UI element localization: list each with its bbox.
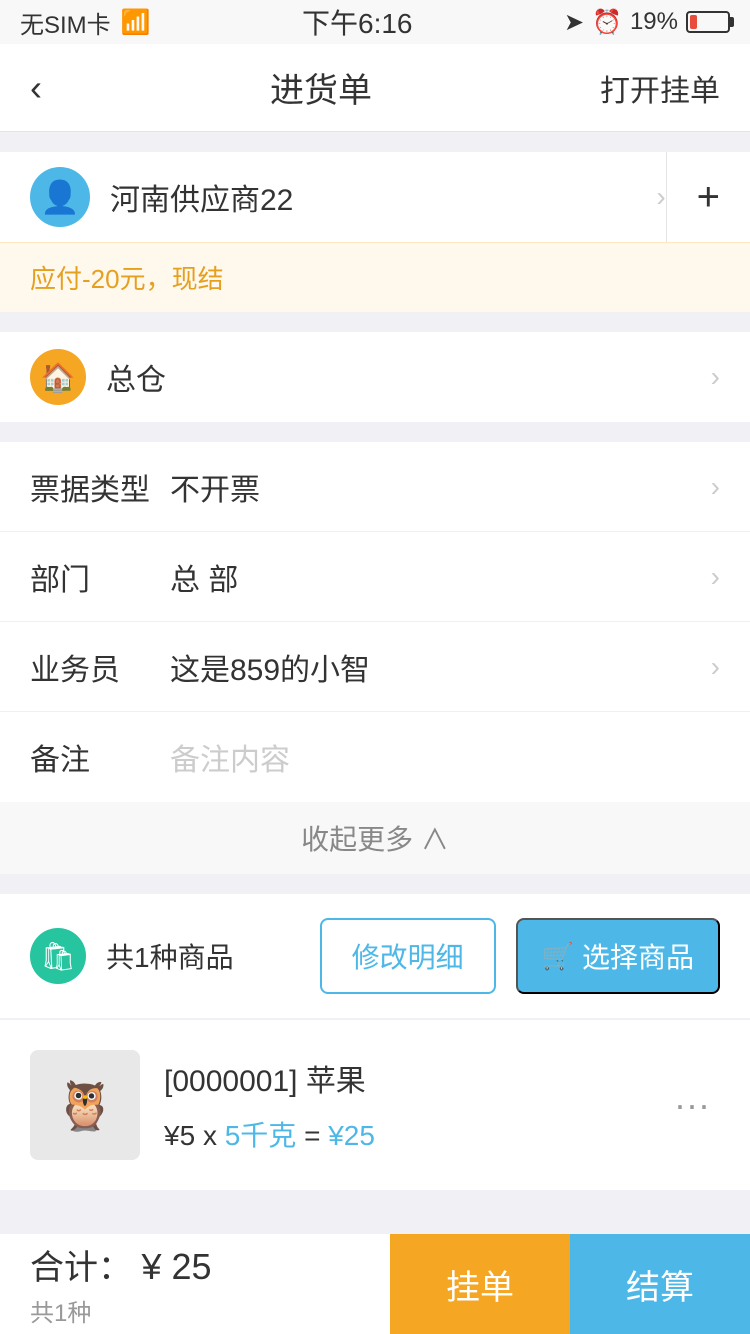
- bag-icon: 🛍: [40, 940, 76, 973]
- collapse-bar[interactable]: 收起更多 ∧: [0, 802, 750, 874]
- notice-bar: 应付-20元，现结: [0, 242, 750, 312]
- back-button[interactable]: ‹: [30, 67, 42, 109]
- department-label: 部门: [30, 555, 150, 599]
- department-chevron-icon: ›: [711, 561, 720, 593]
- invoice-type-label: 票据类型: [30, 465, 150, 509]
- warehouse-icon: 🏠: [41, 361, 76, 394]
- salesperson-label: 业务员: [30, 645, 150, 689]
- footer: 合计： ¥ 25 共1种 挂单 结算: [0, 1234, 750, 1334]
- open-hang-button[interactable]: 打开挂单: [600, 66, 720, 110]
- salesperson-value: 这是859的小智: [150, 645, 701, 689]
- product-total: ¥25: [328, 1120, 375, 1151]
- product-header: 🛍 共1种商品 修改明细 🛒 选择商品: [0, 894, 750, 1018]
- battery-indicator: [686, 11, 730, 33]
- supplier-main[interactable]: 👤 河南供应商22 ›: [30, 152, 667, 242]
- product-equals: =: [304, 1120, 328, 1151]
- alarm-icon: ⏰: [592, 8, 622, 37]
- nav-bar: ‹ 进货单 打开挂单: [0, 44, 750, 132]
- battery-percent: 19%: [630, 8, 678, 36]
- supplier-avatar: 👤: [30, 167, 90, 227]
- product-thumb-icon: 🦉: [55, 1077, 115, 1134]
- gap-2: [0, 312, 750, 332]
- warehouse-icon-wrap: 🏠: [30, 349, 86, 405]
- modify-detail-button[interactable]: 修改明细: [320, 918, 496, 994]
- page-title: 进货单: [270, 63, 372, 112]
- status-bar: 无SIM卡 📶 下午6:16 ➤ ⏰ 19%: [0, 0, 750, 44]
- select-product-label: 选择商品: [582, 936, 694, 976]
- select-product-button[interactable]: 🛒 选择商品: [516, 918, 720, 994]
- gap-3: [0, 422, 750, 442]
- footer-total-amount: 合计： ¥ 25: [30, 1240, 390, 1289]
- product-name: [0000001] 苹果: [164, 1056, 664, 1100]
- remark-label: 备注: [30, 735, 150, 779]
- remark-row[interactable]: 备注 备注内容: [0, 712, 750, 802]
- product-count-icon: 🛍: [30, 928, 86, 984]
- gap-1: [0, 132, 750, 152]
- product-id: [0000001]: [164, 1065, 297, 1098]
- supplier-chevron-icon: ›: [656, 181, 665, 213]
- product-item: 🦉 [0000001] 苹果 ¥5 x 5千克 = ¥25 ···: [0, 1020, 750, 1190]
- invoice-type-value: 不开票: [150, 465, 701, 509]
- collapse-label: 收起更多 ∧: [301, 818, 449, 858]
- department-row[interactable]: 部门 总 部 ›: [0, 532, 750, 622]
- warehouse-chevron-icon: ›: [711, 361, 720, 393]
- warehouse-label: 总仓: [106, 355, 701, 399]
- product-qty: 5千克: [225, 1120, 297, 1151]
- add-supplier-button[interactable]: +: [667, 155, 720, 240]
- remark-input[interactable]: 备注内容: [150, 735, 720, 779]
- warehouse-row[interactable]: 🏠 总仓 ›: [0, 332, 750, 422]
- status-bar-right: ➤ ⏰ 19%: [564, 8, 730, 37]
- carrier-label: 无SIM卡: [20, 5, 111, 40]
- wifi-icon: 📶: [121, 8, 151, 37]
- product-thumbnail: 🦉: [30, 1050, 140, 1160]
- total-label: 合计：: [30, 1249, 132, 1287]
- cart-icon: 🛒: [542, 941, 574, 972]
- footer-total-count: 共1种: [30, 1293, 390, 1328]
- salesperson-chevron-icon: ›: [711, 651, 720, 683]
- product-unit-price: ¥5: [164, 1120, 195, 1151]
- invoice-chevron-icon: ›: [711, 471, 720, 503]
- location-icon: ➤: [564, 8, 584, 37]
- status-time: 下午6:16: [302, 2, 413, 42]
- product-info: [0000001] 苹果 ¥5 x 5千克 = ¥25: [164, 1056, 664, 1154]
- status-bar-left: 无SIM卡 📶: [20, 5, 151, 40]
- avatar-icon: 👤: [40, 178, 80, 216]
- salesperson-row[interactable]: 业务员 这是859的小智 ›: [0, 622, 750, 712]
- total-amount: ¥ 25: [141, 1246, 211, 1287]
- product-price: ¥5 x 5千克 = ¥25: [164, 1114, 664, 1154]
- supplier-name: 河南供应商22: [110, 175, 646, 219]
- form-section: 票据类型 不开票 › 部门 总 部 › 业务员 这是859的小智 › 备注 备注…: [0, 442, 750, 802]
- supplier-section: 👤 河南供应商22 › +: [0, 152, 750, 242]
- battery-fill: [690, 15, 697, 29]
- invoice-type-row[interactable]: 票据类型 不开票 ›: [0, 442, 750, 532]
- product-count-label: 共1种商品: [106, 936, 320, 976]
- department-value: 总 部: [150, 555, 701, 599]
- product-multiply: x: [203, 1120, 225, 1151]
- footer-total: 合计： ¥ 25 共1种: [0, 1234, 390, 1334]
- checkout-button[interactable]: 结算: [570, 1234, 750, 1334]
- product-title-name: 苹果: [306, 1065, 366, 1098]
- product-more-button[interactable]: ···: [664, 1074, 720, 1136]
- hang-button[interactable]: 挂单: [390, 1234, 570, 1334]
